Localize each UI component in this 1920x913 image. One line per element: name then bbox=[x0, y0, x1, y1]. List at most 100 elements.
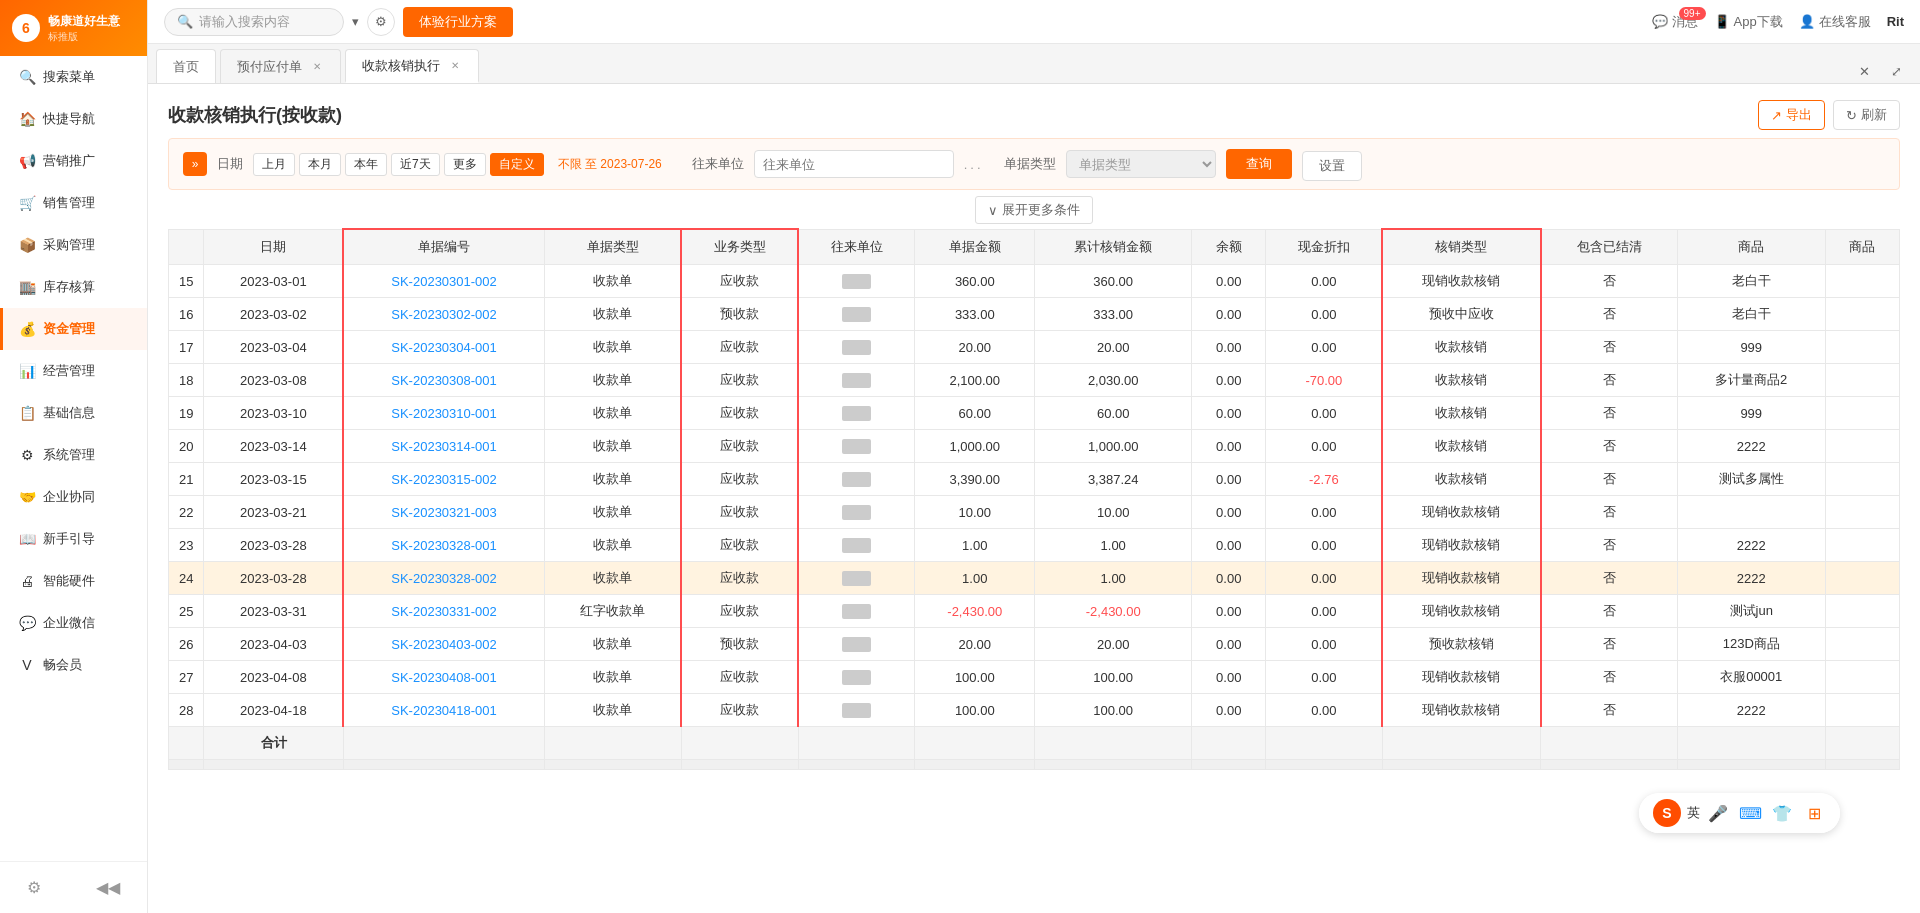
date-btn-0[interactable]: 上月 bbox=[253, 153, 295, 176]
row-bill-no[interactable]: SK-20230418-001 bbox=[343, 694, 544, 727]
row-date: 2023-03-28 bbox=[204, 562, 343, 595]
custom-date-button[interactable]: 自定义 bbox=[490, 153, 544, 176]
row-goods1: 2222 bbox=[1677, 694, 1825, 727]
microphone-icon[interactable]: 🎤 bbox=[1706, 801, 1730, 825]
gear-icon[interactable]: ⚙ bbox=[367, 8, 395, 36]
row-bill-no[interactable]: SK-20230403-002 bbox=[343, 628, 544, 661]
table-row: 232023-03-28SK-20230328-001收款单应收款 1.001.… bbox=[169, 529, 1900, 562]
col-header-3: 单据类型 bbox=[544, 229, 681, 265]
app-download-button[interactable]: 📱 App下载 bbox=[1714, 13, 1783, 31]
sidebar-item-wechat[interactable]: 💬 企业微信 bbox=[0, 602, 147, 644]
row-bill-no[interactable]: SK-20230321-003 bbox=[343, 496, 544, 529]
row-amount: 360.00 bbox=[915, 265, 1035, 298]
sogou-icon[interactable]: S bbox=[1653, 799, 1681, 827]
service-button[interactable]: 👤 在线客服 bbox=[1799, 13, 1871, 31]
row-no: 27 bbox=[169, 661, 204, 694]
row-bill-no[interactable]: SK-20230328-002 bbox=[343, 562, 544, 595]
quicknav-icon: 🏠 bbox=[19, 111, 35, 127]
row-verify-type: 现销收款核销 bbox=[1382, 496, 1540, 529]
row-biz-type: 应收款 bbox=[681, 595, 798, 628]
topbar-dropdown[interactable]: ▾ bbox=[352, 14, 359, 29]
sidebar-item-marketing[interactable]: 📢 营销推广 bbox=[0, 140, 147, 182]
tab-home[interactable]: 首页 bbox=[156, 49, 216, 83]
page-title: 收款核销执行(按收款) bbox=[168, 103, 342, 127]
sidebar-item-operation[interactable]: 📊 经营管理 bbox=[0, 350, 147, 392]
tab-collection[interactable]: 收款核销执行✕ bbox=[345, 49, 479, 83]
tab-close-collection[interactable]: ✕ bbox=[448, 59, 462, 73]
solution-button[interactable]: 体验行业方案 bbox=[403, 7, 513, 37]
date-btn-3[interactable]: 近7天 bbox=[391, 153, 440, 176]
keyboard-icon[interactable]: ⌨ bbox=[1738, 801, 1762, 825]
row-included: 否 bbox=[1541, 430, 1678, 463]
row-unit bbox=[798, 463, 914, 496]
row-discount: 0.00 bbox=[1266, 298, 1382, 331]
sidebar-item-purchase[interactable]: 📦 采购管理 bbox=[0, 224, 147, 266]
sidebar-item-search[interactable]: 🔍 搜索菜单 bbox=[0, 56, 147, 98]
row-bill-no[interactable]: SK-20230302-002 bbox=[343, 298, 544, 331]
col-header-8: 余额 bbox=[1192, 229, 1266, 265]
message-button[interactable]: 💬 消息 99+ bbox=[1652, 13, 1698, 31]
data-table: 日期单据编号单据类型业务类型往来单位单据金额累计核销金额余额现金折扣核销类型包含… bbox=[168, 228, 1900, 770]
export-icon: ↗ bbox=[1771, 108, 1782, 123]
date-btn-2[interactable]: 本年 bbox=[345, 153, 387, 176]
sidebar-item-enterprise[interactable]: 🤝 企业协同 bbox=[0, 476, 147, 518]
sidebar-item-hardware[interactable]: 🖨 智能硬件 bbox=[0, 560, 147, 602]
user-profile[interactable]: Rit bbox=[1887, 14, 1904, 29]
tab-prepay[interactable]: 预付应付单✕ bbox=[220, 49, 341, 83]
row-bill-no[interactable]: SK-20230314-001 bbox=[343, 430, 544, 463]
row-bill-no[interactable]: SK-20230301-002 bbox=[343, 265, 544, 298]
query-button[interactable]: 查询 bbox=[1226, 149, 1292, 179]
tab-close-prepay[interactable]: ✕ bbox=[310, 60, 324, 74]
row-date: 2023-03-08 bbox=[204, 364, 343, 397]
date-btn-1[interactable]: 本月 bbox=[299, 153, 341, 176]
sidebar-item-finance[interactable]: 💰 资金管理 bbox=[0, 308, 147, 350]
row-bill-no[interactable]: SK-20230304-001 bbox=[343, 331, 544, 364]
close-tab-icon[interactable]: ✕ bbox=[1852, 59, 1876, 83]
sidebar-item-guide[interactable]: 📖 新手引导 bbox=[0, 518, 147, 560]
receipt-type-select[interactable]: 单据类型 bbox=[1066, 150, 1216, 178]
header-actions: ↗ 导出 ↻ 刷新 bbox=[1758, 100, 1900, 130]
row-no: 19 bbox=[169, 397, 204, 430]
content-header: 收款核销执行(按收款) ↗ 导出 ↻ 刷新 bbox=[148, 84, 1920, 130]
maximize-icon[interactable]: ⤢ bbox=[1884, 59, 1908, 83]
unit-input[interactable] bbox=[754, 150, 954, 178]
row-bill-no[interactable]: SK-20230310-001 bbox=[343, 397, 544, 430]
sidebar-item-inventory[interactable]: 🏬 库存核算 bbox=[0, 266, 147, 308]
footer-cell-11 bbox=[1541, 727, 1678, 760]
sidebar-item-quicknav[interactable]: 🏠 快捷导航 bbox=[0, 98, 147, 140]
row-verified: 100.00 bbox=[1035, 661, 1192, 694]
export-button[interactable]: ↗ 导出 bbox=[1758, 100, 1825, 130]
row-date: 2023-03-14 bbox=[204, 430, 343, 463]
row-goods1: 老白干 bbox=[1677, 265, 1825, 298]
row-bill-no[interactable]: SK-20230328-001 bbox=[343, 529, 544, 562]
date-btn-4[interactable]: 更多 bbox=[444, 153, 486, 176]
sidebar-bottom-bar: ⚙ ◀◀ bbox=[0, 861, 147, 913]
filter-toggle-button[interactable]: » bbox=[183, 152, 207, 176]
row-goods2 bbox=[1825, 694, 1899, 727]
setting-button[interactable]: 设置 bbox=[1302, 151, 1362, 181]
sidebar-item-sales[interactable]: 🛒 销售管理 bbox=[0, 182, 147, 224]
row-unit bbox=[798, 430, 914, 463]
row-bill-no[interactable]: SK-20230408-001 bbox=[343, 661, 544, 694]
collapse-icon[interactable]: ◀◀ bbox=[88, 870, 128, 905]
row-bill-no[interactable]: SK-20230331-002 bbox=[343, 595, 544, 628]
sidebar-item-member[interactable]: V 畅会员 bbox=[0, 644, 147, 686]
row-bill-no[interactable]: SK-20230315-002 bbox=[343, 463, 544, 496]
row-included: 否 bbox=[1541, 364, 1678, 397]
row-balance: 0.00 bbox=[1192, 595, 1266, 628]
dropdown-arrow: ▾ bbox=[352, 14, 359, 29]
row-unit bbox=[798, 694, 914, 727]
refresh-button[interactable]: ↻ 刷新 bbox=[1833, 100, 1900, 130]
sidebar-item-system[interactable]: ⚙ 系统管理 bbox=[0, 434, 147, 476]
sidebar-logo: 6 畅康道好生意 标推版 bbox=[0, 0, 147, 56]
input-method-label[interactable]: 英 bbox=[1687, 804, 1700, 822]
sidebar-item-basic[interactable]: 📋 基础信息 bbox=[0, 392, 147, 434]
expand-filter-button[interactable]: ∨ 展开更多条件 bbox=[975, 196, 1093, 224]
purchase-icon: 📦 bbox=[19, 237, 35, 253]
skin-icon[interactable]: 👕 bbox=[1770, 801, 1794, 825]
grid-icon[interactable]: ⊞ bbox=[1802, 801, 1826, 825]
search-box[interactable]: 🔍 请输入搜索内容 bbox=[164, 8, 344, 36]
settings-icon[interactable]: ⚙ bbox=[19, 870, 49, 905]
date-label: 日期 bbox=[217, 155, 243, 173]
row-bill-no[interactable]: SK-20230308-001 bbox=[343, 364, 544, 397]
